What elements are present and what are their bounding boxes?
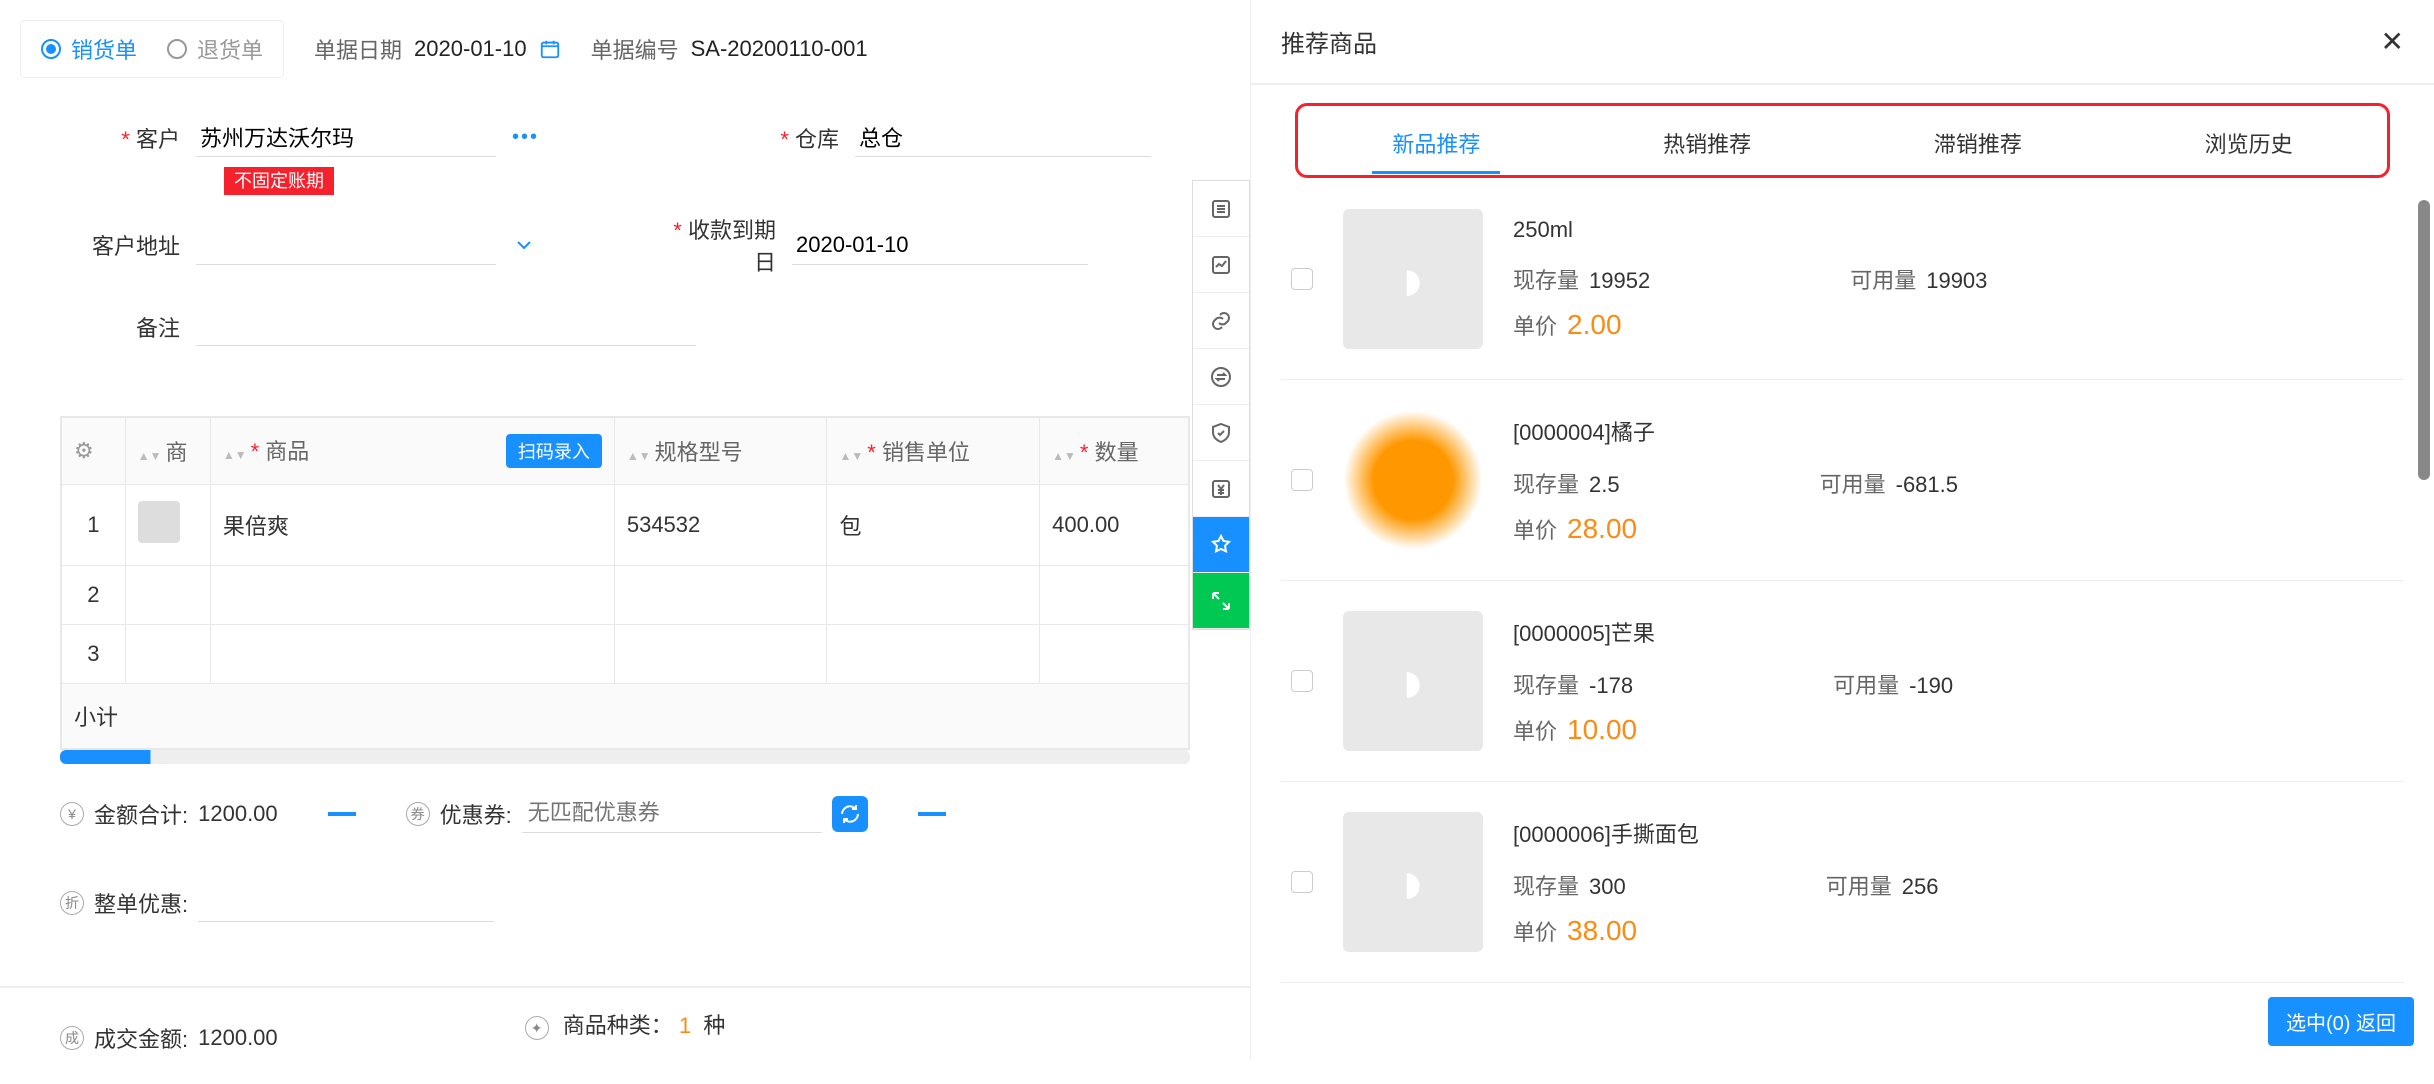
refresh-button[interactable] <box>832 796 868 832</box>
doc-date-label: 单据日期 <box>314 33 402 65</box>
product-item: ◗ [0000006]手撕面包 现存量300可用量256 单价38.00 <box>1281 782 2404 983</box>
radio-return-order[interactable]: 退货单 <box>167 33 263 65</box>
items-table: ⚙ ▲▼商 ▲▼* 商品扫码录入 ▲▼规格型号 ▲▼* 销售单位 ▲▼* 数量 … <box>60 416 1190 750</box>
radio-sales-label: 销货单 <box>71 33 137 65</box>
dash-icon <box>328 812 356 816</box>
subtotal-row: 小计 <box>62 684 1189 749</box>
doc-no-label: 单据编号 <box>591 33 679 65</box>
table-row[interactable]: 2 <box>62 566 1189 625</box>
coupon-input[interactable] <box>522 794 822 833</box>
rec-tab[interactable]: 滞销推荐 <box>1914 115 2042 174</box>
types-unit: 种 <box>703 1013 725 1038</box>
warehouse-label: 仓库 <box>719 122 839 154</box>
radio-sales-order[interactable]: 销货单 <box>41 33 137 65</box>
types-label: 商品种类： <box>563 1013 673 1038</box>
col-unit[interactable]: 销售单位 <box>882 440 970 465</box>
product-item: ◗ 250ml 现存量19952可用量19903 单价2.00 <box>1281 184 2404 380</box>
types-value: 1 <box>679 1013 691 1038</box>
product-checkbox[interactable] <box>1291 469 1313 491</box>
product-checkbox[interactable] <box>1291 670 1313 692</box>
bottom-summary: ✦ 商品种类： 1 种 <box>0 986 1250 1061</box>
remark-label: 备注 <box>60 311 180 343</box>
calendar-icon[interactable] <box>539 38 561 60</box>
product-image: ◗ <box>1343 812 1483 952</box>
discount-icon: 折 <box>60 891 84 915</box>
vertical-scrollbar[interactable] <box>2418 200 2430 480</box>
customer-input[interactable] <box>196 118 496 157</box>
chart-icon[interactable] <box>1193 237 1249 293</box>
due-date-label: 收款到期日 <box>656 213 776 277</box>
rec-tabs: 新品推荐 热销推荐 滞销推荐 浏览历史 <box>1251 85 2434 184</box>
product-name: 250ml <box>1513 217 2394 243</box>
col-product[interactable]: 商品 <box>265 439 309 464</box>
product-item: ◗ [0000005]芒果 现存量-178可用量-190 单价10.00 <box>1281 581 2404 782</box>
yen-icon: ¥ <box>60 802 84 826</box>
doc-date-value[interactable]: 2020-01-10 <box>414 36 527 62</box>
remark-input[interactable] <box>196 307 696 346</box>
col-qty[interactable]: 数量 <box>1095 440 1139 465</box>
list-icon[interactable] <box>1193 181 1249 237</box>
coupon-icon: 券 <box>406 802 430 826</box>
amount-value: 1200.00 <box>198 801 278 827</box>
currency-icon[interactable] <box>1193 461 1249 517</box>
product-name: [0000004]橘子 <box>1513 415 2394 447</box>
product-image: ◗ <box>1343 209 1483 349</box>
rec-tab[interactable]: 热销推荐 <box>1643 115 1771 174</box>
radio-return-label: 退货单 <box>197 33 263 65</box>
col-merchant[interactable]: 商 <box>166 440 188 465</box>
customer-label: 客户 <box>60 122 180 154</box>
customer-more-icon[interactable]: ••• <box>512 126 539 149</box>
rec-panel-title: 推荐商品 <box>1281 24 1377 59</box>
coupon-label: 优惠券: <box>440 798 512 830</box>
col-spec[interactable]: 规格型号 <box>655 440 743 465</box>
horizontal-scrollbar[interactable] <box>60 750 1190 764</box>
due-date-input[interactable] <box>792 226 1088 265</box>
table-row[interactable]: 1果倍爽534532包400.00 <box>62 485 1189 566</box>
address-label: 客户地址 <box>60 229 180 261</box>
swap-icon[interactable] <box>1193 349 1249 405</box>
doc-no-value: SA-20200110-001 <box>691 36 868 62</box>
rec-list: ◗ 250ml 现存量19952可用量19903 单价2.00 [0000004… <box>1251 184 2434 983</box>
product-thumb-icon <box>138 501 180 543</box>
whole-discount-input[interactable] <box>198 883 494 922</box>
scan-button[interactable]: 扫码录入 <box>506 434 602 468</box>
shield-icon[interactable] <box>1193 405 1249 461</box>
expand-icon[interactable] <box>1193 573 1249 629</box>
address-input[interactable] <box>196 226 496 265</box>
chevron-down-icon[interactable] <box>512 233 536 257</box>
whole-discount-label: 整单优惠: <box>94 887 188 919</box>
product-checkbox[interactable] <box>1291 871 1313 893</box>
close-icon[interactable]: ✕ <box>2381 25 2404 58</box>
product-item: [0000004]橘子 现存量2.5可用量-681.5 单价28.00 <box>1281 380 2404 581</box>
table-row[interactable]: 3 <box>62 625 1189 684</box>
dash-icon <box>918 812 946 816</box>
order-type-tabs: 销货单 退货单 <box>20 20 284 78</box>
product-image <box>1343 410 1483 550</box>
rec-tab[interactable]: 浏览历史 <box>2185 115 2313 174</box>
amount-label: 金额合计: <box>94 798 188 830</box>
rec-tab[interactable]: 新品推荐 <box>1372 115 1500 174</box>
warehouse-input[interactable] <box>855 118 1151 157</box>
link-icon[interactable] <box>1193 293 1249 349</box>
product-name: [0000005]芒果 <box>1513 616 2394 648</box>
side-toolbar <box>1192 180 1250 630</box>
box-icon: ✦ <box>525 1016 549 1040</box>
star-icon[interactable] <box>1193 517 1249 573</box>
product-checkbox[interactable] <box>1291 268 1313 290</box>
product-image: ◗ <box>1343 611 1483 751</box>
customer-tag: 不固定账期 <box>224 167 334 195</box>
selected-return-button[interactable]: 选中(0) 返回 <box>2268 997 2414 1046</box>
gear-icon[interactable]: ⚙ <box>74 438 94 463</box>
product-name: [0000006]手撕面包 <box>1513 817 2394 849</box>
